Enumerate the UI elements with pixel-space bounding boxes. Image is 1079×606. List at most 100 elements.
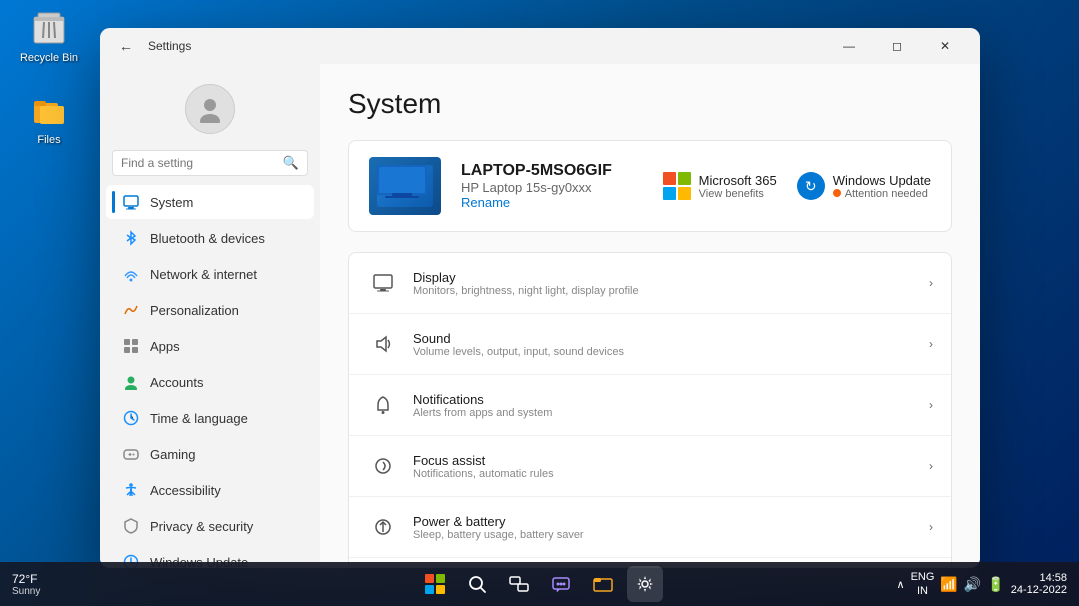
battery-icon[interactable]: 🔋 — [987, 576, 1004, 593]
sound-title: Sound — [413, 331, 929, 346]
minimize-button[interactable]: — — [826, 30, 872, 62]
ms365-link[interactable]: Microsoft 365 View benefits — [663, 172, 777, 200]
sound-icon — [367, 328, 399, 360]
language-indicator[interactable]: ENG IN — [911, 570, 935, 599]
close-button[interactable]: ✕ — [922, 30, 968, 62]
privacy-icon — [122, 517, 140, 535]
power-battery-subtitle: Sleep, battery usage, battery saver — [413, 529, 929, 541]
weather-condition: Sunny — [12, 586, 40, 597]
taskbar-settings-button[interactable] — [627, 566, 663, 602]
chevron-icon[interactable]: ∧ — [897, 578, 905, 591]
taskbar-taskview-button[interactable] — [501, 566, 537, 602]
taskbar-explorer-button[interactable] — [585, 566, 621, 602]
search-input[interactable] — [121, 156, 277, 170]
window-title: Settings — [148, 39, 191, 53]
display-subtitle: Monitors, brightness, night light, displ… — [413, 285, 929, 297]
power-battery-title: Power & battery — [413, 514, 929, 529]
sidebar-item-gaming[interactable]: Gaming — [106, 437, 314, 471]
desktop-icon-recycle-bin[interactable]: Recycle Bin — [14, 8, 84, 64]
settings-item-notifications[interactable]: Notifications Alerts from apps and syste… — [349, 375, 951, 436]
display-title: Display — [413, 270, 929, 285]
main-content: System LAPTOP-5MSO6GIF HP Lapt — [320, 64, 980, 568]
focus-assist-chevron: › — [929, 459, 933, 473]
avatar[interactable] — [185, 84, 235, 134]
wu-icon: ↻ — [797, 172, 825, 200]
sidebar: 🔍 System Bluetooth & devices Network — [100, 64, 320, 568]
volume-icon[interactable]: 🔊 — [964, 576, 981, 593]
sidebar-item-privacy[interactable]: Privacy & security — [106, 509, 314, 543]
sidebar-item-system[interactable]: System — [106, 185, 314, 219]
apps-icon — [122, 337, 140, 355]
taskbar-system-tray: ∧ ENG IN 📶 🔊 🔋 14:58 24-12-2022 — [897, 570, 1068, 599]
sidebar-item-apps[interactable]: Apps — [106, 329, 314, 363]
settings-body: 🔍 System Bluetooth & devices Network — [100, 64, 980, 568]
sidebar-item-accounts-label: Accounts — [150, 375, 203, 390]
taskbar: 72°F Sunny — [0, 562, 1079, 606]
sidebar-item-accessibility-label: Accessibility — [150, 483, 221, 498]
network-icon — [122, 265, 140, 283]
gaming-icon — [122, 445, 140, 463]
search-box[interactable]: 🔍 — [112, 150, 308, 176]
sidebar-avatar-section — [100, 72, 320, 150]
search-icon: 🔍 — [283, 155, 299, 171]
page-title: System — [348, 88, 952, 120]
focus-assist-icon — [367, 450, 399, 482]
system-icon — [122, 193, 140, 211]
wu-desc: Attention needed — [833, 188, 931, 200]
device-card: LAPTOP-5MSO6GIF HP Laptop 15s-gy0xxx Ren… — [348, 140, 952, 232]
taskbar-datetime[interactable]: 14:58 24-12-2022 — [1011, 572, 1067, 596]
sound-chevron: › — [929, 337, 933, 351]
sidebar-item-accounts[interactable]: Accounts — [106, 365, 314, 399]
device-image — [369, 157, 441, 215]
taskbar-right: ∧ ENG IN 📶 🔊 🔋 14:58 24-12-2022 — [897, 570, 1068, 599]
sidebar-item-bluetooth[interactable]: Bluetooth & devices — [106, 221, 314, 255]
focus-assist-title: Focus assist — [413, 453, 929, 468]
device-rename-button[interactable]: Rename — [461, 195, 643, 210]
sidebar-item-time[interactable]: Time & language — [106, 401, 314, 435]
display-chevron: › — [929, 276, 933, 290]
windows-update-link[interactable]: ↻ Windows Update Attention needed — [797, 172, 931, 200]
bluetooth-icon — [122, 229, 140, 247]
recycle-bin-icon — [30, 9, 68, 47]
settings-item-focus-assist[interactable]: Focus assist Notifications, automatic ru… — [349, 436, 951, 497]
sidebar-item-network-label: Network & internet — [150, 267, 257, 282]
sidebar-item-privacy-label: Privacy & security — [150, 519, 253, 534]
desktop-icon-files[interactable]: Files — [14, 90, 84, 146]
power-battery-chevron: › — [929, 520, 933, 534]
wifi-icon[interactable]: 📶 — [940, 576, 957, 593]
personalization-icon — [122, 301, 140, 319]
notifications-chevron: › — [929, 398, 933, 412]
taskbar-chat-button[interactable] — [543, 566, 579, 602]
sidebar-item-gaming-label: Gaming — [150, 447, 196, 462]
explorer-icon — [593, 574, 613, 594]
settings-list: Display Monitors, brightness, night ligh… — [348, 252, 952, 568]
sidebar-item-accessibility[interactable]: Accessibility — [106, 473, 314, 507]
notifications-subtitle: Alerts from apps and system — [413, 407, 929, 419]
maximize-button[interactable]: ◻ — [874, 30, 920, 62]
title-bar-left: ← Settings — [112, 32, 191, 60]
sidebar-item-network[interactable]: Network & internet — [106, 257, 314, 291]
taskbar-time-display: 14:58 — [1039, 572, 1067, 584]
recycle-bin-label: Recycle Bin — [20, 52, 78, 64]
notifications-title: Notifications — [413, 392, 929, 407]
sidebar-item-personalization[interactable]: Personalization — [106, 293, 314, 327]
back-button[interactable]: ← — [112, 32, 140, 60]
device-name: LAPTOP-5MSO6GIF — [461, 162, 643, 180]
settings-item-power-battery[interactable]: Power & battery Sleep, battery usage, ba… — [349, 497, 951, 558]
taskbar-weather[interactable]: 72°F Sunny — [12, 572, 40, 597]
title-bar: ← Settings — ◻ ✕ — [100, 28, 980, 64]
taskbar-date-display: 24-12-2022 — [1011, 584, 1067, 596]
windows-logo-icon — [425, 574, 445, 594]
power-battery-icon — [367, 511, 399, 543]
taskbar-search-button[interactable] — [459, 566, 495, 602]
taskbar-left: 72°F Sunny — [12, 572, 40, 597]
taskview-icon — [509, 574, 529, 594]
sidebar-item-apps-label: Apps — [150, 339, 180, 354]
device-model: HP Laptop 15s-gy0xxx — [461, 180, 643, 195]
settings-item-display[interactable]: Display Monitors, brightness, night ligh… — [349, 253, 951, 314]
sidebar-item-bluetooth-label: Bluetooth & devices — [150, 231, 265, 246]
sound-subtitle: Volume levels, output, input, sound devi… — [413, 346, 929, 358]
start-button[interactable] — [417, 566, 453, 602]
wu-name: Windows Update — [833, 173, 931, 188]
settings-item-sound[interactable]: Sound Volume levels, output, input, soun… — [349, 314, 951, 375]
